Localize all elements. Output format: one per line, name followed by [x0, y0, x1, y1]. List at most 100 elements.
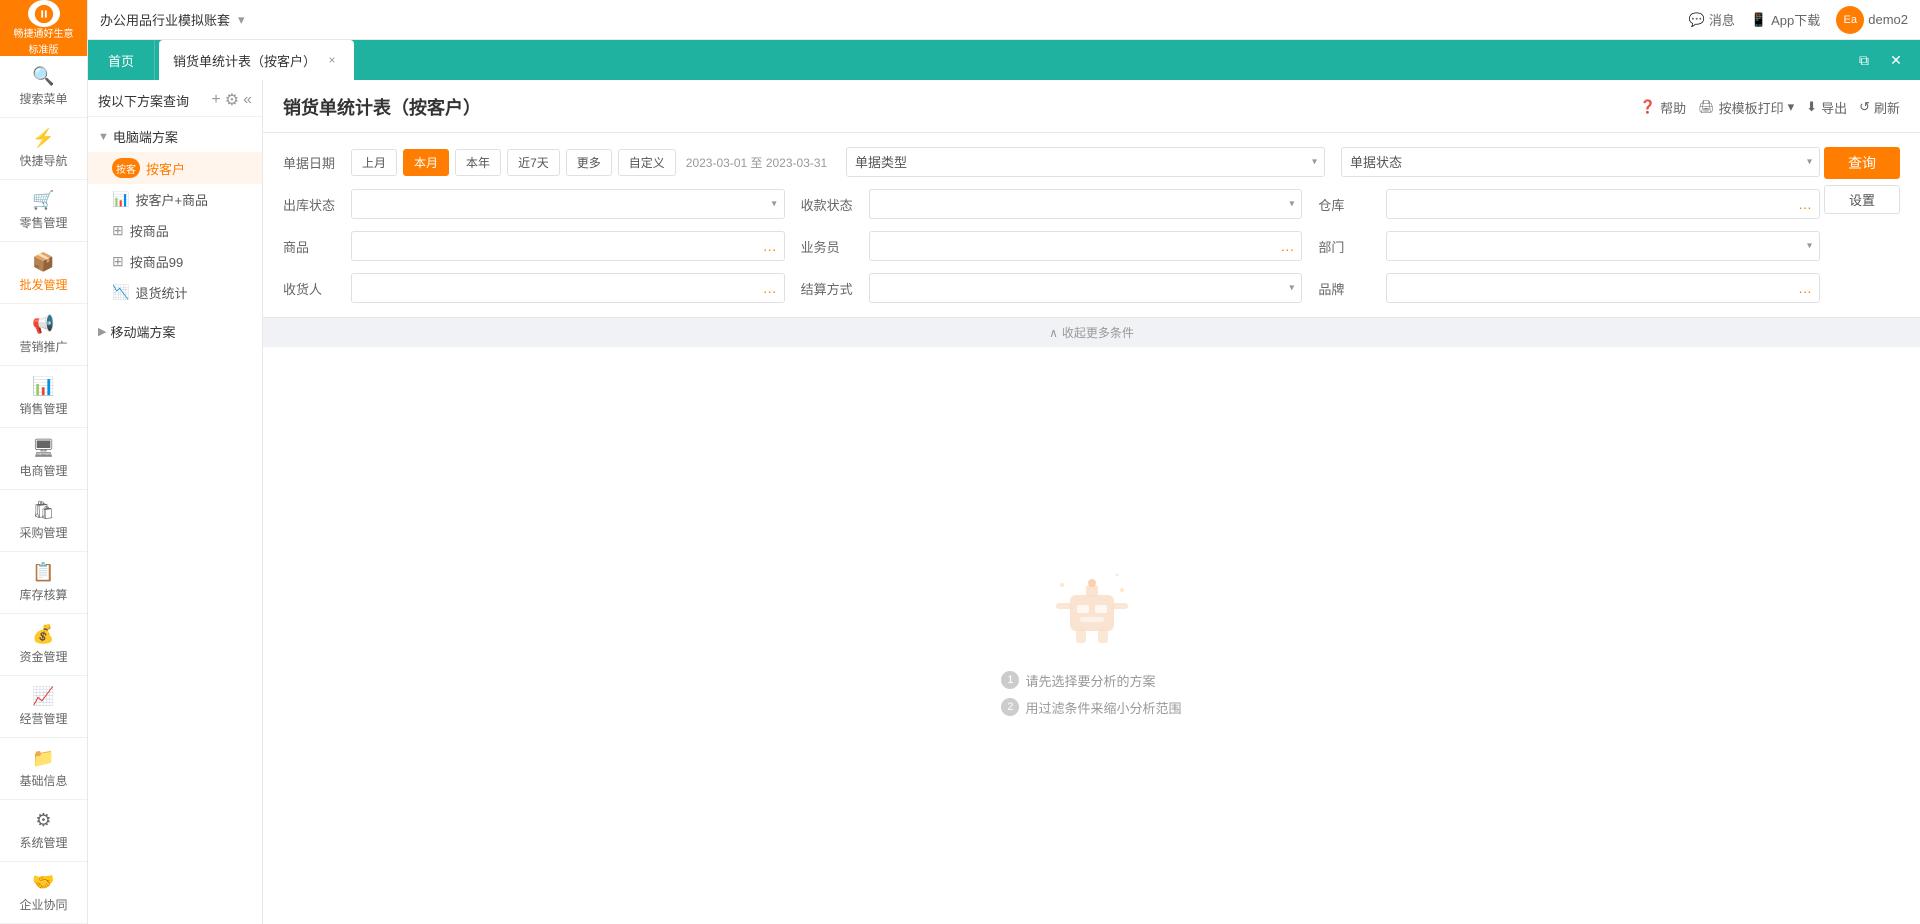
tab-close-button[interactable]: ×: [324, 52, 340, 68]
outbound-select[interactable]: [351, 189, 785, 219]
date-btn-more[interactable]: 更多: [566, 149, 612, 176]
date-btn-lastmonth[interactable]: 上月: [351, 149, 397, 176]
print-button[interactable]: 🖨 按模板打印 ▾: [1698, 98, 1794, 117]
tab-active[interactable]: 销货单统计表（按客户） ×: [159, 40, 354, 80]
scheme-collapse-button[interactable]: «: [243, 91, 252, 109]
dept-wrap: ▾: [1386, 231, 1820, 261]
sidebar-item-purchase[interactable]: 🛍 采购管理: [0, 490, 87, 552]
collapse-button[interactable]: ∧ 收起更多条件: [263, 317, 1920, 347]
receiver-wrap: …: [351, 273, 785, 303]
receiver-label: 收货人: [283, 279, 335, 298]
sidebar-item-ecommerce[interactable]: 🖥 电商管理: [0, 428, 87, 490]
warehouse-input[interactable]: [1386, 189, 1820, 219]
logo-text: 畅捷通好生意: [14, 29, 74, 41]
tab-restore-button[interactable]: ⧉: [1852, 48, 1876, 72]
scheme-settings-button[interactable]: ⚙: [225, 90, 239, 110]
app-download-btn[interactable]: 📱 App下载: [1751, 10, 1820, 29]
sales-icon: 📊: [32, 376, 54, 397]
order-type-select[interactable]: 单据类型: [846, 147, 1325, 177]
customer-product-icon: 📊: [112, 191, 129, 208]
sidebar-item-basicinfo[interactable]: 📁 基础信息: [0, 738, 87, 800]
sidebar-item-wholesale[interactable]: 📦 批发管理: [0, 242, 87, 304]
filter-main: 单据日期 上月 本月 本年 近7天 更多 自定义 2023-03-01 至 20…: [263, 133, 1920, 317]
order-status-select[interactable]: 单据状态: [1341, 147, 1820, 177]
sidebar-item-search[interactable]: 🔍 搜索菜单: [0, 56, 87, 118]
message-btn[interactable]: 💬 消息: [1689, 10, 1735, 29]
marketing-icon: 📢: [32, 314, 54, 335]
staff-dots[interactable]: …: [1280, 238, 1294, 254]
user-name: demo2: [1868, 12, 1908, 27]
sidebar-item-ecommerce-label: 电商管理: [19, 462, 67, 479]
tab-home-label: 首页: [108, 51, 134, 70]
staff-input[interactable]: [869, 231, 1303, 261]
sidebar-item-quicknav[interactable]: ⚡ 快捷导航: [0, 118, 87, 180]
sidebar-item-marketing-label: 营销推广: [19, 338, 67, 355]
date-btn-thisyear[interactable]: 本年: [455, 149, 501, 176]
tip-item-2: 2 用过滤条件来缩小分析范围: [1001, 698, 1181, 717]
date-btn-thismonth[interactable]: 本月: [403, 149, 449, 176]
sidebar-item-sales[interactable]: 📊 销售管理: [0, 366, 87, 428]
export-button[interactable]: ⬇ 导出: [1806, 98, 1847, 117]
scheme-add-button[interactable]: +: [211, 91, 220, 109]
outbound-label: 出库状态: [283, 195, 335, 214]
query-button[interactable]: 查询: [1824, 147, 1900, 179]
collapse-label: 收起更多条件: [1062, 324, 1134, 341]
desktop-group-arrow: ▼: [98, 131, 109, 143]
scheme-item-customer[interactable]: 按客 按客户: [88, 152, 262, 184]
customer-badge: 按客: [112, 158, 140, 178]
scheme-item-product[interactable]: ⊞ 按商品: [88, 215, 262, 246]
warehouse-dots[interactable]: …: [1798, 196, 1812, 212]
scheme-item-customer-product[interactable]: 📊 按客户+商品: [88, 184, 262, 215]
order-type-wrap: 单据类型 ▾: [846, 147, 1325, 177]
export-label: 导出: [1821, 98, 1847, 117]
filter-actions: 查询 设置: [1824, 147, 1900, 214]
sidebar-item-inventory[interactable]: 📋 库存核算: [0, 552, 87, 614]
settings-button[interactable]: 设置: [1824, 185, 1900, 214]
scheme-item-customer-product-label: 按客户+商品: [135, 190, 208, 209]
date-btn-7days[interactable]: 近7天: [507, 149, 560, 176]
collab-icon: 🤝: [32, 872, 54, 893]
outbound-wrap: ▾: [351, 189, 785, 219]
basicinfo-icon: 📁: [32, 748, 54, 769]
wholesale-icon: 📦: [32, 252, 54, 273]
scheme-mobile-group-header[interactable]: ▶ 移动端方案: [88, 316, 262, 347]
settlement-select[interactable]: [869, 273, 1303, 303]
sidebar-item-collab[interactable]: 🤝 企业协同: [0, 862, 87, 924]
receiver-dots[interactable]: …: [763, 280, 777, 296]
payment-select[interactable]: [869, 189, 1303, 219]
receiver-input[interactable]: [351, 273, 785, 303]
refresh-icon: ↺: [1859, 99, 1870, 115]
logo-sub: 标准版: [29, 41, 59, 56]
sidebar-item-basicinfo-label: 基础信息: [19, 772, 67, 789]
sidebar-item-finance-label: 资金管理: [19, 648, 67, 665]
sidebar-item-marketing[interactable]: 📢 营销推广: [0, 304, 87, 366]
sidebar: 畅捷通好生意 标准版 🔍 搜索菜单 ⚡ 快捷导航 🛒 零售管理 📦 批发管理 📢…: [0, 0, 88, 924]
scheme-header: 按以下方案查询 + ⚙ «: [88, 80, 262, 117]
tab-close-window-button[interactable]: ✕: [1884, 48, 1908, 72]
help-icon: ❓: [1640, 99, 1656, 115]
brand-dots[interactable]: …: [1798, 280, 1812, 296]
date-btn-custom[interactable]: 自定义: [618, 149, 676, 176]
sidebar-item-finance[interactable]: 💰 资金管理: [0, 614, 87, 676]
mobile-group-label: 移动端方案: [110, 322, 175, 341]
tab-home[interactable]: 首页: [88, 40, 155, 80]
user-profile[interactable]: Ea demo2: [1836, 6, 1908, 34]
dept-select[interactable]: [1386, 231, 1820, 261]
sidebar-item-retail[interactable]: 🛒 零售管理: [0, 180, 87, 242]
warehouse-wrap: …: [1386, 189, 1820, 219]
scheme-item-product99[interactable]: ⊞ 按商品99: [88, 246, 262, 277]
filter-row-receiver: 收货人 … 结算方式 ▾ 品牌: [283, 273, 1820, 303]
scheme-desktop-group-header[interactable]: ▼ 电脑端方案: [88, 121, 262, 152]
scheme-item-product99-label: 按商品99: [130, 252, 183, 271]
refresh-button[interactable]: ↺ 刷新: [1859, 98, 1900, 117]
quicknav-icon: ⚡: [32, 128, 54, 149]
product-dots[interactable]: …: [763, 238, 777, 254]
sidebar-item-system[interactable]: ⚙ 系统管理: [0, 800, 87, 862]
industry-dropdown-icon[interactable]: ▾: [238, 12, 245, 28]
product-input[interactable]: [351, 231, 785, 261]
scheme-item-returns[interactable]: 📉 退货统计: [88, 277, 262, 308]
sidebar-item-operations[interactable]: 📈 经营管理: [0, 676, 87, 738]
help-button[interactable]: ❓ 帮助: [1640, 98, 1686, 117]
brand-input[interactable]: [1386, 273, 1820, 303]
page-header: 销货单统计表（按客户） ❓ 帮助 🖨 按模板打印 ▾ ⬇: [263, 80, 1920, 133]
